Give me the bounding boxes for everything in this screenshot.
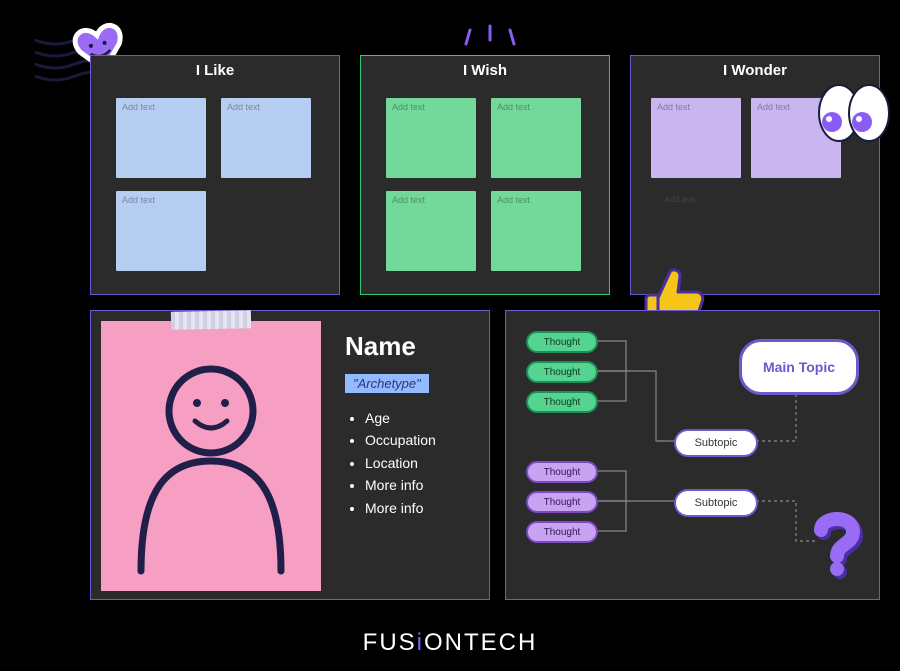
thought-node[interactable]: Thought — [526, 391, 598, 413]
panel-i-wish[interactable]: I Wish Add text Add text Add text Add te… — [360, 55, 610, 295]
thought-node[interactable]: Thought — [526, 521, 598, 543]
sticky-note[interactable]: Add text — [491, 191, 581, 271]
subtopic-node[interactable]: Subtopic — [674, 429, 758, 457]
main-topic-node[interactable]: Main Topic — [739, 339, 859, 395]
sticky-note[interactable]: Add text — [659, 191, 829, 209]
persona-bullet[interactable]: More info — [365, 497, 475, 519]
thought-node[interactable]: Thought — [526, 491, 598, 513]
persona-bullet[interactable]: Age — [365, 407, 475, 429]
thought-node[interactable]: Thought — [526, 361, 598, 383]
panel-persona[interactable]: Name "Archetype" Age Occupation Location… — [90, 310, 490, 600]
panel-i-like[interactable]: I Like Add text Add text Add text — [90, 55, 340, 295]
sticky-note[interactable]: Add text — [116, 98, 206, 178]
panel-i-wonder[interactable]: I Wonder Add text Add text Add text — [630, 55, 880, 295]
thought-node[interactable]: Thought — [526, 461, 598, 483]
thought-node[interactable]: Thought — [526, 331, 598, 353]
brand-logo: FUSiONTECH — [0, 629, 900, 657]
persona-bullet[interactable]: More info — [365, 474, 475, 496]
persona-bullet[interactable]: Location — [365, 452, 475, 474]
sticky-note[interactable]: Add text — [651, 98, 741, 178]
persona-bullet[interactable]: Occupation — [365, 429, 475, 451]
subtopic-node[interactable]: Subtopic — [674, 489, 758, 517]
panel-title-like: I Like — [91, 56, 339, 85]
sticky-note[interactable]: Add text — [386, 98, 476, 178]
sticky-note[interactable]: Add text — [386, 191, 476, 271]
sticky-note[interactable]: Add text — [221, 98, 311, 178]
persona-figure-icon — [101, 321, 321, 591]
panel-title-wonder: I Wonder — [631, 56, 879, 85]
tape-icon — [171, 310, 251, 329]
persona-image — [101, 321, 321, 591]
panel-mindmap[interactable]: Thought Thought Thought Thought Thought … — [505, 310, 880, 600]
panel-title-wish: I Wish — [361, 56, 609, 85]
sticky-note[interactable]: Add text — [491, 98, 581, 178]
sticky-note[interactable]: Add text — [751, 98, 841, 178]
persona-archetype[interactable]: "Archetype" — [345, 374, 429, 393]
sticky-note[interactable]: Add text — [116, 191, 206, 271]
persona-bullets[interactable]: Age Occupation Location More info More i… — [345, 407, 475, 519]
persona-name[interactable]: Name — [345, 331, 475, 362]
